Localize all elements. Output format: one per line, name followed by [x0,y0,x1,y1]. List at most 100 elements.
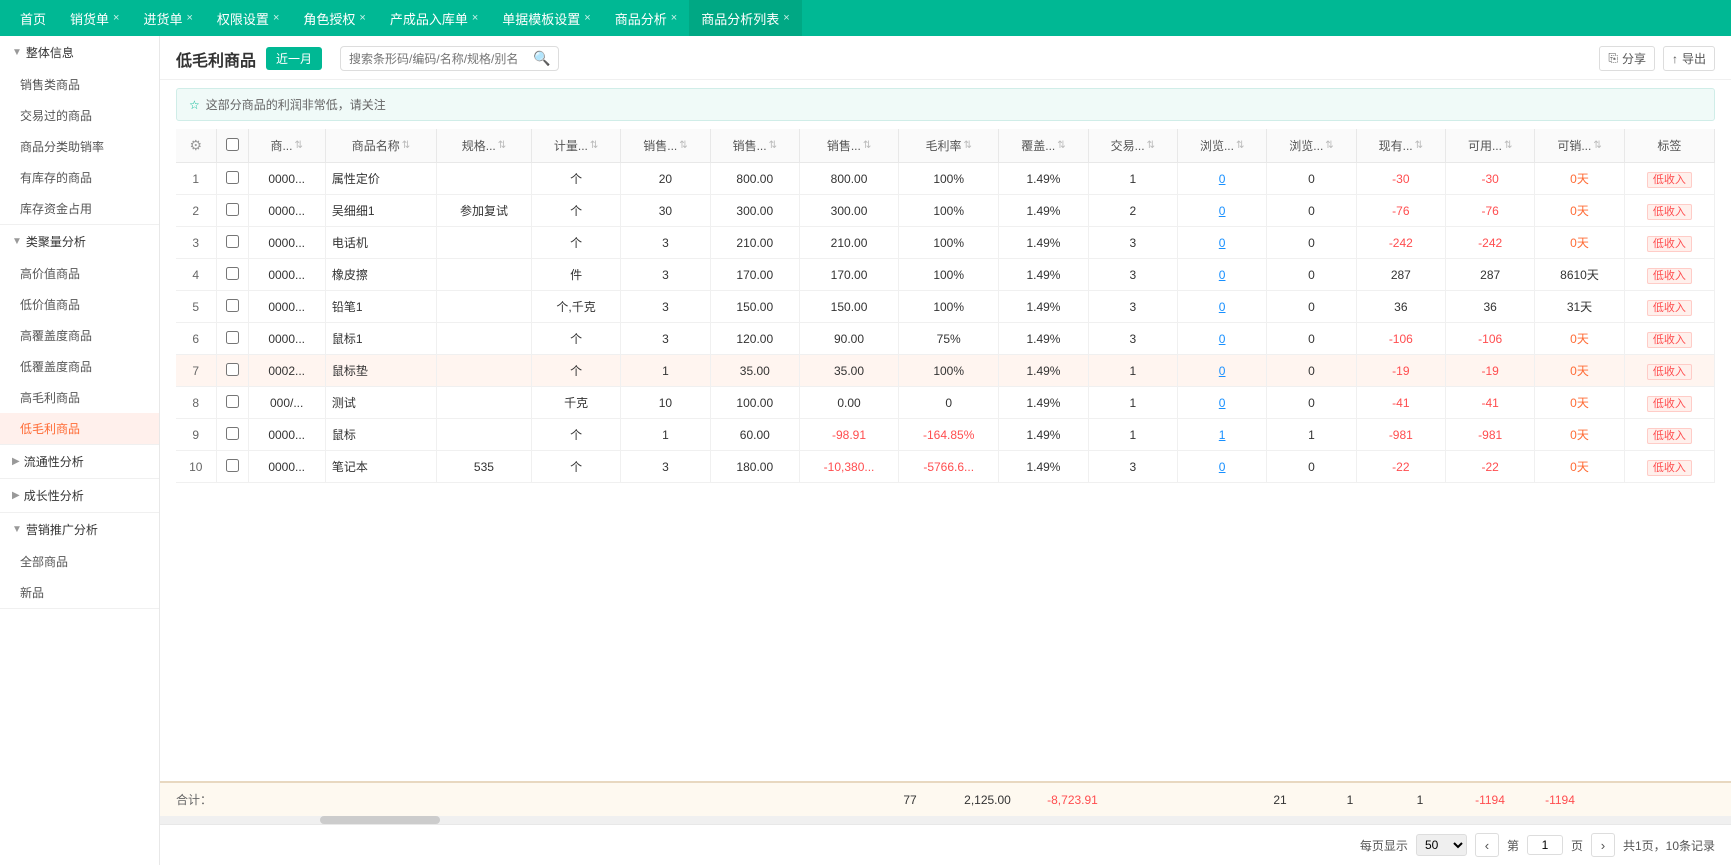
sidebar-item-sales-goods[interactable]: 销售类商品 [0,69,159,100]
col-settings[interactable]: ⚙ [176,129,216,163]
sidebar-item-low-margin[interactable]: 低毛利商品 [0,413,159,444]
row-current: 287 [1356,259,1445,291]
col-sellable[interactable]: 可销...⇅ [1535,129,1624,163]
close-icon[interactable]: × [671,12,677,24]
row-checkbox[interactable] [216,291,248,323]
row-view1[interactable]: 0 [1177,387,1266,419]
nav-item-sales[interactable]: 销货单 × [58,0,131,36]
sidebar-item-all-goods[interactable]: 全部商品 [0,546,159,577]
sidebar-section-header-liquidity[interactable]: ▶ 流通性分析 [0,445,159,478]
col-view2[interactable]: 浏览...⇅ [1267,129,1356,163]
sidebar-item-high-margin[interactable]: 高毛利商品 [0,382,159,413]
sidebar-item-high-coverage[interactable]: 高覆盖度商品 [0,320,159,351]
row-checkbox[interactable] [216,163,248,195]
select-all-checkbox[interactable] [226,138,239,151]
date-filter-button[interactable]: 近一月 [266,47,322,70]
row-view1[interactable]: 0 [1177,195,1266,227]
row-checkbox[interactable] [216,387,248,419]
search-input[interactable] [349,52,529,66]
row-view1[interactable]: 0 [1177,227,1266,259]
close-icon[interactable]: × [584,12,590,24]
prev-page-button[interactable]: ‹ [1475,833,1499,857]
nav-item-products[interactable]: 产成品入库单 × [378,0,490,36]
close-icon[interactable]: × [113,12,119,24]
row-select-checkbox[interactable] [226,171,239,184]
col-spec[interactable]: 规格...⇅ [436,129,531,163]
row-checkbox[interactable] [216,451,248,483]
search-box[interactable]: 🔍 [340,46,559,71]
row-select-checkbox[interactable] [226,299,239,312]
row-select-checkbox[interactable] [226,459,239,472]
row-sales-qty: 3 [621,451,710,483]
sidebar-item-new-goods[interactable]: 新品 [0,577,159,608]
sidebar-item-high-value[interactable]: 高价值商品 [0,258,159,289]
sidebar-item-in-stock[interactable]: 有库存的商品 [0,162,159,193]
col-current[interactable]: 现有...⇅ [1356,129,1445,163]
row-view1[interactable]: 0 [1177,323,1266,355]
close-icon[interactable]: × [359,12,365,24]
row-checkbox[interactable] [216,259,248,291]
col-view1[interactable]: 浏览...⇅ [1177,129,1266,163]
nav-item-roles[interactable]: 角色授权 × [291,0,377,36]
row-view1[interactable]: 0 [1177,259,1266,291]
col-code[interactable]: 商...⇅ [248,129,325,163]
col-available[interactable]: 可用...⇅ [1446,129,1535,163]
col-sales-price[interactable]: 销售...⇅ [710,129,799,163]
sidebar-section-header-cluster[interactable]: ▼ 类聚量分析 [0,225,159,258]
nav-item-purchase[interactable]: 进货单 × [131,0,204,36]
col-trade[interactable]: 交易...⇅ [1088,129,1177,163]
sidebar-section-header-growth[interactable]: ▶ 成长性分析 [0,479,159,512]
col-margin[interactable]: 毛利率⇅ [899,129,999,163]
row-view1[interactable]: 0 [1177,291,1266,323]
next-page-button[interactable]: › [1591,833,1615,857]
nav-item-templates[interactable]: 单据模板设置 × [490,0,602,36]
nav-item-analysis[interactable]: 商品分析 × [603,0,689,36]
row-select-checkbox[interactable] [226,395,239,408]
sidebar-item-traded-goods[interactable]: 交易过的商品 [0,100,159,131]
row-view1[interactable]: 1 [1177,419,1266,451]
export-button[interactable]: ↑ 导出 [1663,46,1715,71]
close-icon[interactable]: × [472,12,478,24]
row-current: -30 [1356,163,1445,195]
sidebar-section-header-overview[interactable]: ▼ 整体信息 [0,36,159,69]
col-unit[interactable]: 计量...⇅ [531,129,620,163]
nav-item-analysis-list[interactable]: 商品分析列表 × [689,0,801,36]
col-check[interactable] [216,129,248,163]
sidebar-item-capital[interactable]: 库存资金占用 [0,193,159,224]
row-select-checkbox[interactable] [226,363,239,376]
row-view1[interactable]: 0 [1177,163,1266,195]
page-size-select[interactable]: 50 100 200 [1416,834,1467,856]
sidebar-item-low-coverage[interactable]: 低覆盖度商品 [0,351,159,382]
col-name[interactable]: 商品名称⇅ [325,129,436,163]
row-select-checkbox[interactable] [226,267,239,280]
col-sales-qty[interactable]: 销售...⇅ [621,129,710,163]
col-tag[interactable]: 标签 [1624,129,1714,163]
row-view1[interactable]: 0 [1177,451,1266,483]
nav-item-permissions[interactable]: 权限设置 × [205,0,291,36]
nav-item-home[interactable]: 首页 [8,0,58,36]
row-coverage: 1.49% [999,227,1088,259]
export-icon: ↑ [1672,52,1678,66]
close-icon[interactable]: × [186,12,192,24]
row-checkbox[interactable] [216,195,248,227]
share-button[interactable]: ⎘ 分享 [1599,46,1655,71]
settings-icon[interactable]: ⚙ [189,137,202,153]
col-coverage[interactable]: 覆盖...⇅ [999,129,1088,163]
row-select-checkbox[interactable] [226,203,239,216]
page-number-input[interactable] [1527,835,1563,855]
row-checkbox[interactable] [216,323,248,355]
row-select-checkbox[interactable] [226,235,239,248]
close-icon[interactable]: × [783,12,789,24]
row-checkbox[interactable] [216,419,248,451]
row-checkbox[interactable] [216,227,248,259]
row-select-checkbox[interactable] [226,427,239,440]
sidebar-item-low-value[interactable]: 低价值商品 [0,289,159,320]
sidebar-item-category-rate[interactable]: 商品分类助销率 [0,131,159,162]
col-sales-profit[interactable]: 销售...⇅ [799,129,898,163]
table-wrapper[interactable]: ⚙ 商...⇅ 商品名称⇅ 规格...⇅ 计量...⇅ 销售...⇅ 销售...… [160,129,1731,781]
row-view1[interactable]: 0 [1177,355,1266,387]
row-checkbox[interactable] [216,355,248,387]
sidebar-section-header-marketing[interactable]: ▼ 营销推广分析 [0,513,159,546]
row-select-checkbox[interactable] [226,331,239,344]
close-icon[interactable]: × [273,12,279,24]
